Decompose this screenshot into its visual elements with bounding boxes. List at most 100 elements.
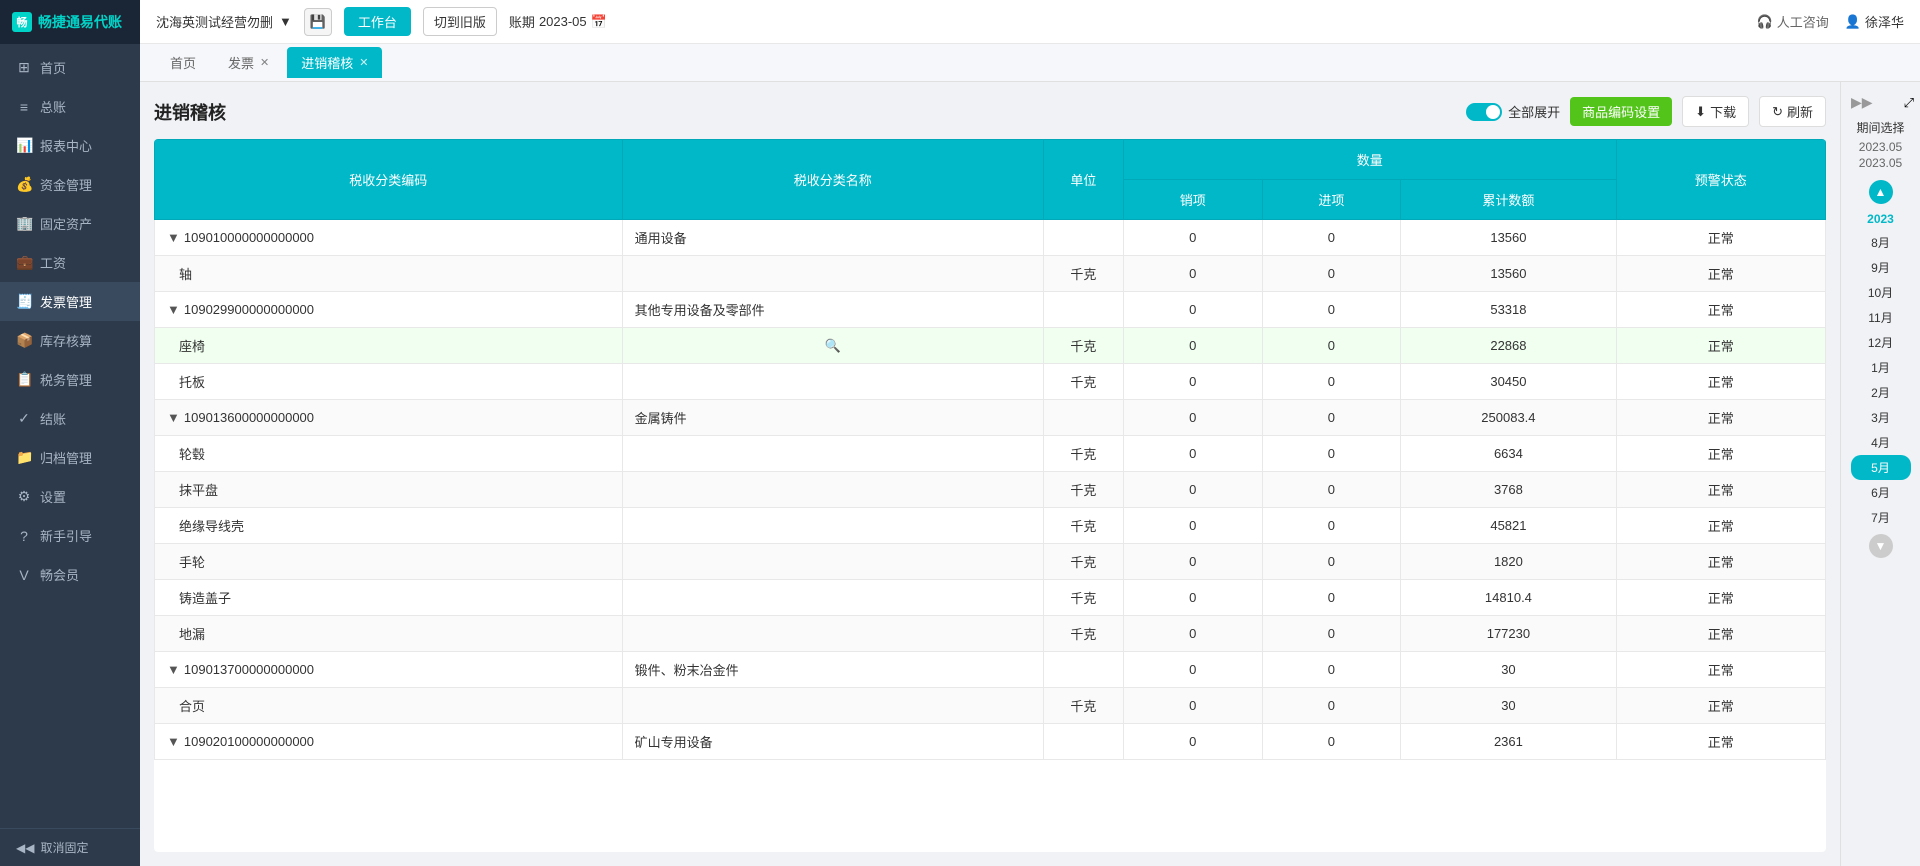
sidebar-item-畅会员[interactable]: V畅会员 [0, 555, 140, 594]
purchase-cell: 0 [1262, 256, 1401, 292]
sidebar-item-库存核算[interactable]: 📦库存核算 [0, 321, 140, 360]
purchase-cell: 0 [1262, 328, 1401, 364]
status-cell: 正常 [1616, 256, 1825, 292]
tab-label: 进销稽核 [301, 53, 353, 72]
sales-cell: 0 [1123, 220, 1262, 256]
month-item-7月[interactable]: 7月 [1851, 505, 1911, 530]
workbench-button[interactable]: 工作台 [344, 7, 411, 36]
toggle-all-control[interactable]: 全部展开 [1466, 102, 1560, 121]
month-item-8月[interactable]: 8月 [1851, 230, 1911, 255]
settings-button[interactable]: 商品编码设置 [1570, 97, 1672, 126]
tax-name-cell: 矿山专用设备 [622, 724, 1043, 760]
month-item-11月[interactable]: 11月 [1851, 305, 1911, 330]
table-row: 抹平盘 千克 0 0 3768 正常 [155, 472, 1826, 508]
expand-icon[interactable]: ▼ [167, 734, 180, 749]
download-button[interactable]: ⬇ 下载 [1682, 96, 1749, 127]
panel-collapse-icon[interactable]: ▶▶ [1847, 90, 1877, 115]
month-item-5月[interactable]: 5月 [1851, 455, 1911, 480]
expand-icon[interactable]: ▼ [167, 662, 180, 677]
save-button[interactable]: 💾 [304, 8, 332, 36]
sidebar-item-资金管理[interactable]: 💰资金管理 [0, 165, 140, 204]
pin-icon: ◀◀ [16, 841, 34, 855]
sales-cell: 0 [1123, 400, 1262, 436]
sidebar-item-税务管理[interactable]: 📋税务管理 [0, 360, 140, 399]
item-col2 [622, 688, 1043, 724]
company-selector[interactable]: 沈海英测试经营勿删 ▼ [156, 12, 292, 31]
sidebar-item-设置[interactable]: ⚙设置 [0, 477, 140, 516]
item-name-cell: 手轮 [155, 544, 623, 580]
month-item-6月[interactable]: 6月 [1851, 480, 1911, 505]
expand-icon[interactable]: ▼ [167, 230, 180, 245]
total-cell: 45821 [1401, 508, 1616, 544]
total-cell: 3768 [1401, 472, 1616, 508]
month-item-2月[interactable]: 2月 [1851, 380, 1911, 405]
sidebar-item-发票管理[interactable]: 🧾发票管理 [0, 282, 140, 321]
sidebar-item-结账[interactable]: ✓结账 [0, 399, 140, 438]
refresh-label: 刷新 [1787, 102, 1813, 121]
expand-toggle[interactable] [1466, 103, 1502, 121]
tax-name-cell: 金属铸件 [622, 400, 1043, 436]
total-cell: 53318 [1401, 292, 1616, 328]
sidebar-item-报表中心[interactable]: 📊报表中心 [0, 126, 140, 165]
period-label: 账期 [509, 12, 535, 31]
total-cell: 30 [1401, 688, 1616, 724]
month-item-4月[interactable]: 4月 [1851, 430, 1911, 455]
unit-cell: 千克 [1043, 688, 1123, 724]
service-button[interactable]: 🎧 人工咨询 [1757, 12, 1829, 31]
period-1: 2023.05 [1859, 140, 1902, 154]
tab-close-icon[interactable]: ✕ [260, 56, 269, 69]
sales-cell: 0 [1123, 292, 1262, 328]
purchase-cell: 0 [1262, 292, 1401, 328]
sidebar-item-归档管理[interactable]: 📁归档管理 [0, 438, 140, 477]
sales-cell: 0 [1123, 364, 1262, 400]
total-cell: 22868 [1401, 328, 1616, 364]
expand-icon[interactable]: ▼ [167, 410, 180, 425]
month-item-10月[interactable]: 10月 [1851, 280, 1911, 305]
scroll-down-button[interactable]: ▼ [1869, 534, 1893, 558]
sidebar-item-工资[interactable]: 💼工资 [0, 243, 140, 282]
month-item-12月[interactable]: 12月 [1851, 330, 1911, 355]
sidebar-footer[interactable]: ◀◀ 取消固定 [0, 828, 140, 866]
page-title: 进销稽核 [154, 99, 226, 125]
tab-进销稽核[interactable]: 进销稽核 ✕ [287, 47, 382, 78]
sidebar-item-首页[interactable]: ⊞首页 [0, 48, 140, 87]
user-menu[interactable]: 👤 徐泽华 [1845, 12, 1904, 31]
item-col2 [622, 544, 1043, 580]
tab-发票[interactable]: 发票✕ [214, 47, 283, 78]
tax-name-cell: 通用设备 [622, 220, 1043, 256]
tab-close-icon[interactable]: ✕ [359, 56, 368, 69]
total-cell: 30 [1401, 652, 1616, 688]
item-col2 [622, 508, 1043, 544]
item-name-cell: 绝缘导线壳 [155, 508, 623, 544]
unit-cell: 千克 [1043, 544, 1123, 580]
search-icon[interactable]: 🔍 [825, 338, 841, 353]
item-col2 [622, 472, 1043, 508]
tab-首页[interactable]: 首页 [156, 47, 210, 78]
total-cell: 250083.4 [1401, 400, 1616, 436]
table-row: ▼109013600000000000 金属铸件 0 0 250083.4 正常 [155, 400, 1826, 436]
expand-icon2[interactable]: ⤢ [1904, 95, 1914, 111]
sidebar-item-新手引导[interactable]: ?新手引导 [0, 516, 140, 555]
tax-code-cell: ▼109020100000000000 [155, 724, 623, 760]
table-row: ▼109029900000000000 其他专用设备及零部件 0 0 53318… [155, 292, 1826, 328]
expand-icon[interactable]: ▼ [167, 302, 180, 317]
sidebar-item-总账[interactable]: ≡总账 [0, 87, 140, 126]
month-item-3月[interactable]: 3月 [1851, 405, 1911, 430]
sales-cell: 0 [1123, 256, 1262, 292]
month-item-1月[interactable]: 1月 [1851, 355, 1911, 380]
main-table: 税收分类编码 税收分类名称 单位 数量 预警状态 销项 进项 累计数额 [154, 139, 1826, 760]
switch-version-button[interactable]: 切到旧版 [423, 7, 497, 36]
calendar-icon[interactable]: 📅 [591, 14, 607, 30]
sidebar-item-固定资产[interactable]: 🏢固定资产 [0, 204, 140, 243]
unit-cell: 千克 [1043, 256, 1123, 292]
status-cell: 正常 [1616, 544, 1825, 580]
sidebar: 畅 畅捷通易代账 ⊞首页≡总账📊报表中心💰资金管理🏢固定资产💼工资🧾发票管理📦库… [0, 0, 140, 866]
period-2: 2023.05 [1859, 156, 1902, 170]
save-icon: 💾 [310, 14, 326, 30]
status-cell: 正常 [1616, 652, 1825, 688]
scroll-up-button[interactable]: ▲ [1869, 180, 1893, 204]
month-item-9月[interactable]: 9月 [1851, 255, 1911, 280]
page: 进销稽核 全部展开 商品编码设置 ⬇ 下载 ↻ 刷新 [140, 82, 1920, 866]
sales-cell: 0 [1123, 472, 1262, 508]
refresh-button[interactable]: ↻ 刷新 [1759, 96, 1826, 127]
